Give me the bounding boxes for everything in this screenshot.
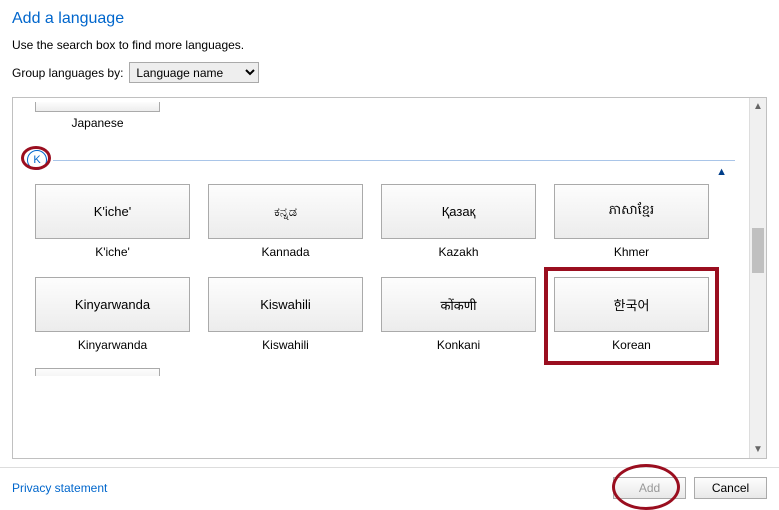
language-tile-korean[interactable]: 한국어 <box>554 277 709 332</box>
scrollbar[interactable]: ▲ ▼ <box>749 98 766 458</box>
language-tile-partial-top[interactable] <box>35 102 160 112</box>
language-tile-kinyarwanda[interactable]: Kinyarwanda <box>35 277 190 332</box>
language-tile-khmer[interactable]: ភាសាខ្មែរ <box>554 184 709 239</box>
language-tile-label: Kannada <box>261 245 309 259</box>
language-list: Japanese K ▲ K'iche' K'iche' ಕನ್ನಡ Kanna… <box>12 97 767 459</box>
scroll-down-icon[interactable]: ▼ <box>750 441 766 458</box>
letter-group-k[interactable]: K <box>27 150 47 170</box>
letter-group-label: K <box>33 154 40 166</box>
cancel-button[interactable]: Cancel <box>694 477 767 499</box>
page-title: Add a language <box>12 10 767 28</box>
language-tile-kazakh[interactable]: Қазақ <box>381 184 536 239</box>
language-tile-konkani[interactable]: कोंकणी <box>381 277 536 332</box>
language-tile-kiswahili[interactable]: Kiswahili <box>208 277 363 332</box>
language-tile-label: Kiswahili <box>262 338 309 352</box>
language-tile-label: Kazakh <box>438 245 478 259</box>
language-tile-label: Kinyarwanda <box>78 338 147 352</box>
language-tile-partial-bottom[interactable] <box>35 368 160 376</box>
privacy-link[interactable]: Privacy statement <box>12 481 107 495</box>
language-tile-label: Japanese <box>35 112 160 130</box>
language-tile-label: Khmer <box>614 245 649 259</box>
language-tile-kannada[interactable]: ಕನ್ನಡ <box>208 184 363 239</box>
language-tile-label: K'iche' <box>95 245 130 259</box>
add-button[interactable]: Add <box>613 477 686 499</box>
scroll-up-icon[interactable]: ▲ <box>750 98 766 115</box>
collapse-arrow-icon[interactable]: ▲ <box>716 166 727 178</box>
divider <box>53 160 735 161</box>
add-button-label: Add <box>639 481 660 495</box>
scroll-thumb[interactable] <box>752 228 764 273</box>
group-by-select[interactable]: Language name <box>129 62 259 83</box>
page-subtitle: Use the search box to find more language… <box>12 38 767 52</box>
group-by-label: Group languages by: <box>12 66 123 80</box>
language-tile-label: Korean <box>612 338 651 352</box>
language-tile-label: Konkani <box>437 338 480 352</box>
language-tile-kiche[interactable]: K'iche' <box>35 184 190 239</box>
